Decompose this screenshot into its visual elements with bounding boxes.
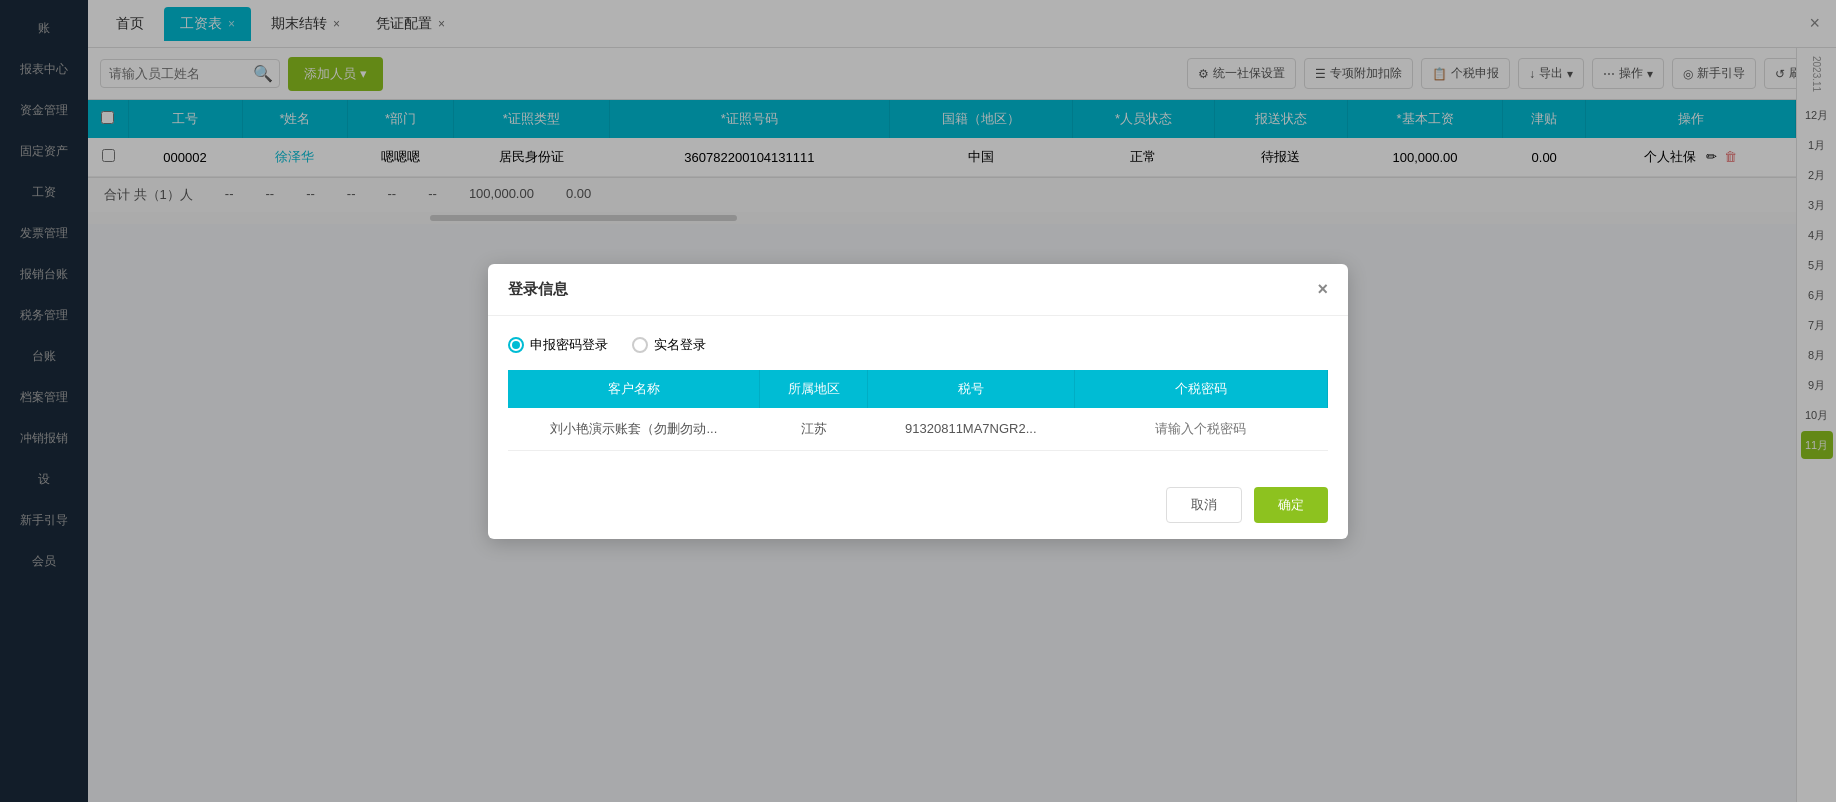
modal-close-button[interactable]: × bbox=[1317, 280, 1328, 298]
col-tax-password: 个税密码 bbox=[1074, 370, 1327, 408]
cancel-button[interactable]: 取消 bbox=[1166, 487, 1242, 523]
client-name-cell: 刘小艳演示账套（勿删勿动... bbox=[508, 408, 760, 451]
col-tax-no: 税号 bbox=[867, 370, 1074, 408]
col-client-name: 客户名称 bbox=[508, 370, 760, 408]
realname-login-radio[interactable] bbox=[632, 337, 648, 353]
login-type-radio-group: 申报密码登录 实名登录 bbox=[508, 336, 1328, 354]
password-login-radio[interactable] bbox=[508, 337, 524, 353]
realname-login-option[interactable]: 实名登录 bbox=[632, 336, 706, 354]
modal-header: 登录信息 × bbox=[488, 264, 1348, 316]
password-login-option[interactable]: 申报密码登录 bbox=[508, 336, 608, 354]
login-modal: 登录信息 × 申报密码登录 实名登录 客户名称 所属地区 bbox=[488, 264, 1348, 539]
realname-login-label: 实名登录 bbox=[654, 336, 706, 354]
region-cell: 江苏 bbox=[760, 408, 868, 451]
modal-body: 申报密码登录 实名登录 客户名称 所属地区 税号 个税密码 bbox=[488, 316, 1348, 471]
modal-overlay[interactable]: 登录信息 × 申报密码登录 实名登录 客户名称 所属地区 bbox=[0, 0, 1836, 802]
password-login-label: 申报密码登录 bbox=[530, 336, 608, 354]
tax-no-cell: 91320811MA7NGR2... bbox=[867, 408, 1074, 451]
client-table: 客户名称 所属地区 税号 个税密码 刘小艳演示账套（勿删勿动... 江苏 913… bbox=[508, 370, 1328, 451]
tax-password-cell[interactable] bbox=[1074, 408, 1327, 451]
client-table-header: 客户名称 所属地区 税号 个税密码 bbox=[508, 370, 1328, 408]
col-region: 所属地区 bbox=[760, 370, 868, 408]
client-table-row: 刘小艳演示账套（勿删勿动... 江苏 91320811MA7NGR2... bbox=[508, 408, 1328, 451]
modal-title: 登录信息 bbox=[508, 280, 568, 299]
modal-footer: 取消 确定 bbox=[488, 471, 1348, 539]
tax-password-input[interactable] bbox=[1090, 421, 1311, 436]
confirm-button[interactable]: 确定 bbox=[1254, 487, 1328, 523]
